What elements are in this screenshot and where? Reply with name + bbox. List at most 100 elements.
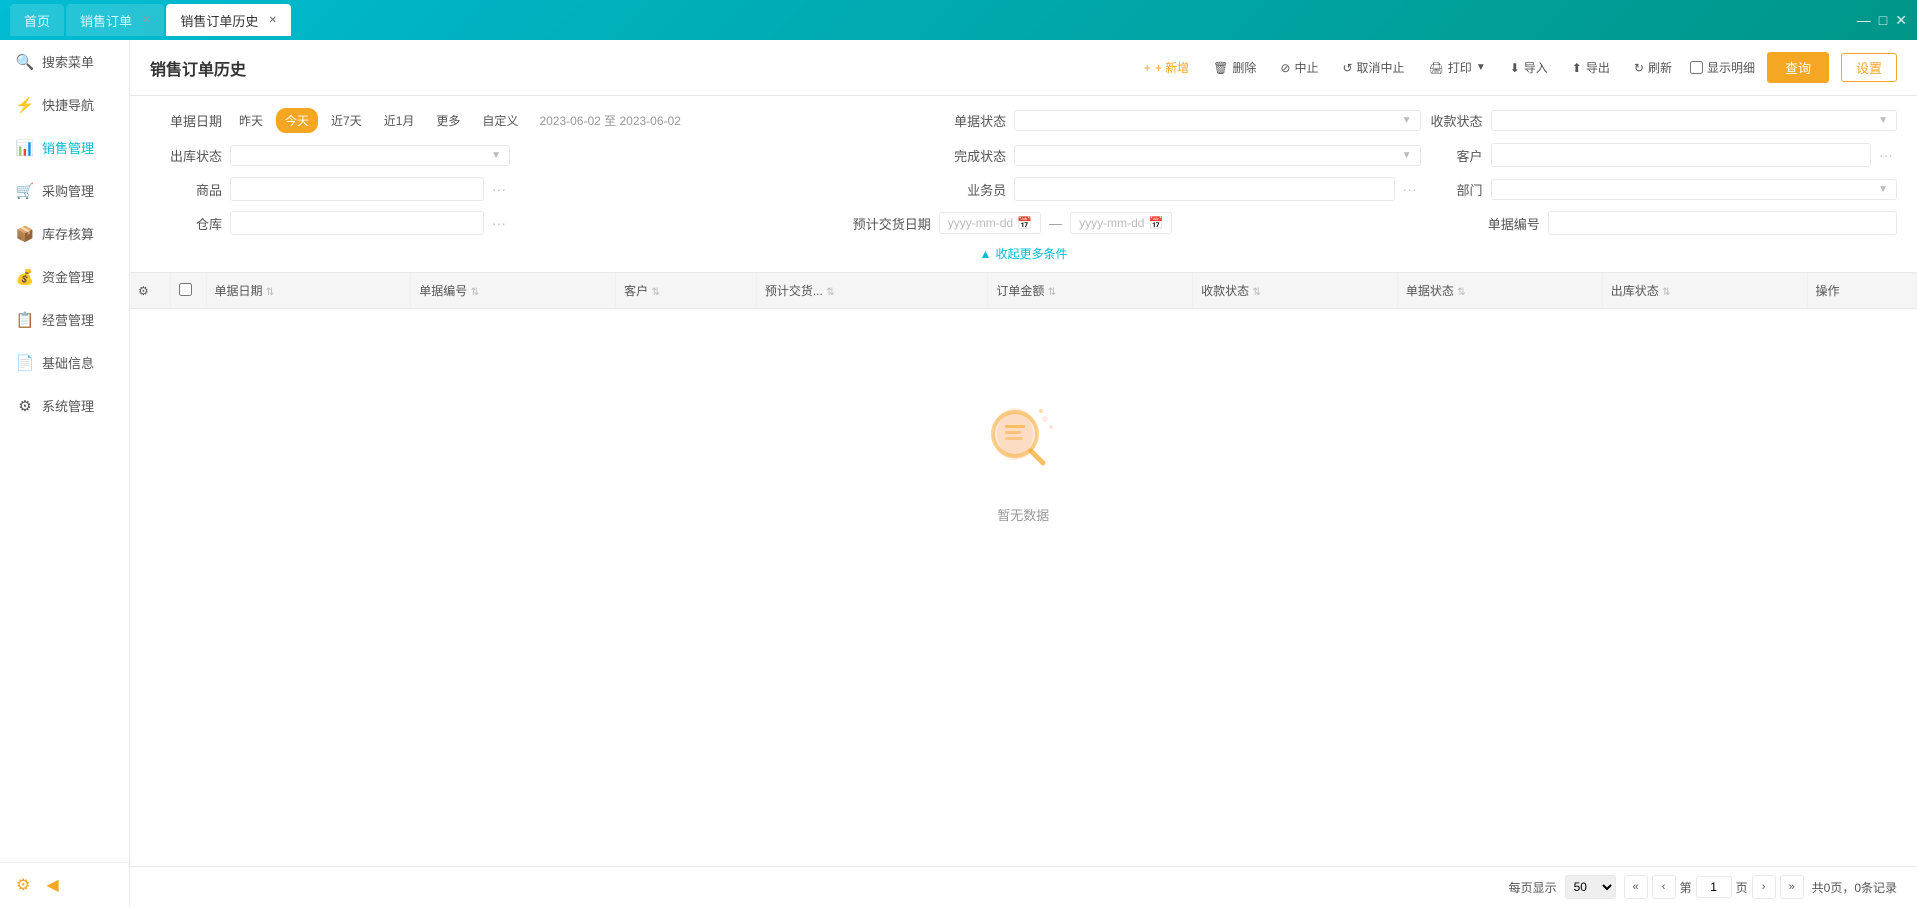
dept-col: 部门 ▼ (1421, 179, 1897, 200)
collapse-label: 收起更多条件 (995, 245, 1067, 262)
dept-select[interactable]: ▼ (1491, 179, 1897, 200)
table-head: ⚙ 单据日期 ⇅ 单据编号 ⇅ 客户 (130, 273, 1917, 309)
last-page-btn[interactable]: » (1780, 875, 1804, 899)
sales-icon: 📊 (16, 139, 34, 157)
tab-sales-order-close[interactable]: ✕ (142, 15, 150, 26)
sort-customer-icon: ⇅ (651, 287, 659, 298)
tab-sales-history[interactable]: 销售订单历史 ✕ (166, 4, 290, 36)
th-expected-date[interactable]: 预计交货... ⇅ (756, 273, 987, 309)
empty-text: 暂无数据 (997, 505, 1049, 524)
salesman-input[interactable] (1014, 177, 1394, 201)
bill-no-input[interactable] (1548, 211, 1897, 235)
warehouse-input[interactable] (230, 211, 484, 235)
collapse-btn[interactable]: ▲ 收起更多条件 (150, 245, 1897, 268)
sidebar-item-system[interactable]: ⚙ 系统管理 (0, 384, 129, 427)
dept-label: 部门 (1421, 180, 1491, 199)
minimize-btn[interactable]: — (1857, 12, 1871, 28)
new-icon: + (1144, 61, 1151, 75)
sidebar-item-operations[interactable]: 📋 经营管理 (0, 298, 129, 341)
goods-label: 商品 (150, 180, 230, 199)
bill-no-col: 单据编号 (1478, 211, 1897, 235)
bill-status-select[interactable]: ▼ (1014, 110, 1420, 131)
display-detail-input[interactable] (1690, 61, 1703, 74)
th-check[interactable] (170, 273, 206, 309)
table-body: 暂无数据 (130, 309, 1917, 605)
goods-input[interactable] (230, 177, 484, 201)
tab-sales-order[interactable]: 销售订单 ✕ (66, 4, 164, 36)
complete-status-select[interactable]: ▼ (1014, 145, 1420, 166)
sidebar-item-sales[interactable]: 📊 销售管理 (0, 126, 129, 169)
th-bill-status[interactable]: 单据状态 ⇅ (1397, 273, 1602, 309)
customer-dots-btn[interactable]: ··· (1875, 143, 1897, 167)
query-button[interactable]: 查询 (1767, 52, 1829, 83)
import-button[interactable]: ⬇ 导入 (1504, 55, 1554, 80)
th-amount[interactable]: 订单金额 ⇅ (988, 273, 1193, 309)
warehouse-dots-btn[interactable]: ··· (488, 211, 510, 235)
sidebar-item-base-info[interactable]: 📄 基础信息 (0, 341, 129, 384)
th-gear[interactable]: ⚙ (130, 273, 170, 309)
next-page-btn[interactable]: › (1752, 875, 1776, 899)
display-detail-checkbox[interactable]: 显示明细 (1690, 59, 1755, 76)
th-date-label: 单据日期 (215, 284, 263, 298)
new-button[interactable]: + + 新增 (1138, 55, 1195, 80)
date-1month-btn[interactable]: 近1月 (375, 108, 424, 133)
calendar-start-icon[interactable]: 📅 (1017, 216, 1032, 230)
sort-bill-icon: ⇅ (1457, 287, 1465, 298)
date-custom-btn[interactable]: 自定义 (473, 108, 527, 133)
cancel-stop-button[interactable]: ↺ 取消中止 (1336, 55, 1410, 80)
out-status-select[interactable]: ▼ (230, 145, 510, 166)
print-button[interactable]: 🖨 打印 ▼ (1423, 55, 1492, 80)
maximize-btn[interactable]: □ (1879, 12, 1887, 28)
salesman-col: 业务员 ··· (944, 177, 1420, 201)
date-filter-label: 单据日期 (150, 111, 230, 130)
export-button[interactable]: ⬆ 导出 (1566, 55, 1616, 80)
empty-state: 暂无数据 (130, 309, 1917, 604)
page-suffix: 页 (1736, 879, 1748, 896)
date-more-btn[interactable]: 更多 (427, 108, 469, 133)
th-no[interactable]: 单据编号 ⇅ (411, 273, 616, 309)
payment-status-select[interactable]: ▼ (1491, 110, 1897, 131)
calendar-end-icon[interactable]: 📅 (1148, 216, 1163, 230)
tab-sales-history-close[interactable]: ✕ (268, 15, 276, 26)
goods-dots-btn[interactable]: ··· (488, 177, 510, 201)
purchase-icon: 🛒 (16, 182, 34, 200)
bill-status-arrow-icon: ▼ (1402, 115, 1412, 126)
expected-date-start-input[interactable]: yyyy-mm-dd 📅 (939, 212, 1041, 234)
th-customer[interactable]: 客户 ⇅ (616, 273, 757, 309)
sidebar-item-purchase[interactable]: 🛒 采购管理 (0, 169, 129, 212)
salesman-dots-btn[interactable]: ··· (1399, 177, 1421, 201)
empty-row: 暂无数据 (130, 309, 1917, 605)
th-payment-status[interactable]: 收款状态 ⇅ (1193, 273, 1398, 309)
refresh-icon: ↻ (1634, 61, 1644, 75)
select-all-checkbox[interactable] (179, 283, 192, 296)
sidebar-item-quick-nav[interactable]: ⚡ 快捷导航 (0, 83, 129, 126)
date-7days-btn[interactable]: 近7天 (322, 108, 371, 133)
bill-no-label: 单据编号 (1478, 214, 1548, 233)
delete-button[interactable]: 🗑 删除 (1207, 55, 1262, 80)
tab-home-label: 首页 (24, 11, 50, 30)
sort-amount-icon: ⇅ (1048, 287, 1056, 298)
stop-button[interactable]: ⊘ 中止 (1274, 55, 1324, 80)
setting-button[interactable]: 设置 (1841, 53, 1897, 82)
page-size-select[interactable]: 50 20 100 (1565, 875, 1616, 899)
customer-input[interactable] (1491, 143, 1871, 167)
prev-page-btn[interactable]: ‹ (1652, 875, 1676, 899)
tab-home[interactable]: 首页 (10, 4, 64, 36)
th-out-status[interactable]: 出库状态 ⇅ (1602, 273, 1807, 309)
date-yesterday-btn[interactable]: 昨天 (230, 108, 272, 133)
delete-label: 删除 (1232, 59, 1256, 76)
date-today-btn[interactable]: 今天 (276, 108, 318, 133)
total-records-text: 共0页，0条记录 (1812, 879, 1897, 896)
current-page-input[interactable] (1696, 876, 1732, 898)
sidebar-item-finance[interactable]: 💰 资金管理 (0, 255, 129, 298)
sidebar-item-inventory[interactable]: 📦 库存核算 (0, 212, 129, 255)
first-page-btn[interactable]: « (1624, 875, 1648, 899)
collapse-sidebar-icon[interactable]: ◀ (46, 875, 58, 895)
sidebar-item-search-menu[interactable]: 🔍 搜索菜单 (0, 40, 129, 83)
stop-icon: ⊘ (1280, 61, 1290, 75)
th-date[interactable]: 单据日期 ⇅ (206, 273, 411, 309)
refresh-button[interactable]: ↻ 刷新 (1628, 55, 1678, 80)
expected-date-end-input[interactable]: yyyy-mm-dd 📅 (1070, 212, 1172, 234)
settings-bottom-icon[interactable]: ⚙ (16, 875, 30, 895)
close-btn[interactable]: ✕ (1895, 12, 1907, 29)
